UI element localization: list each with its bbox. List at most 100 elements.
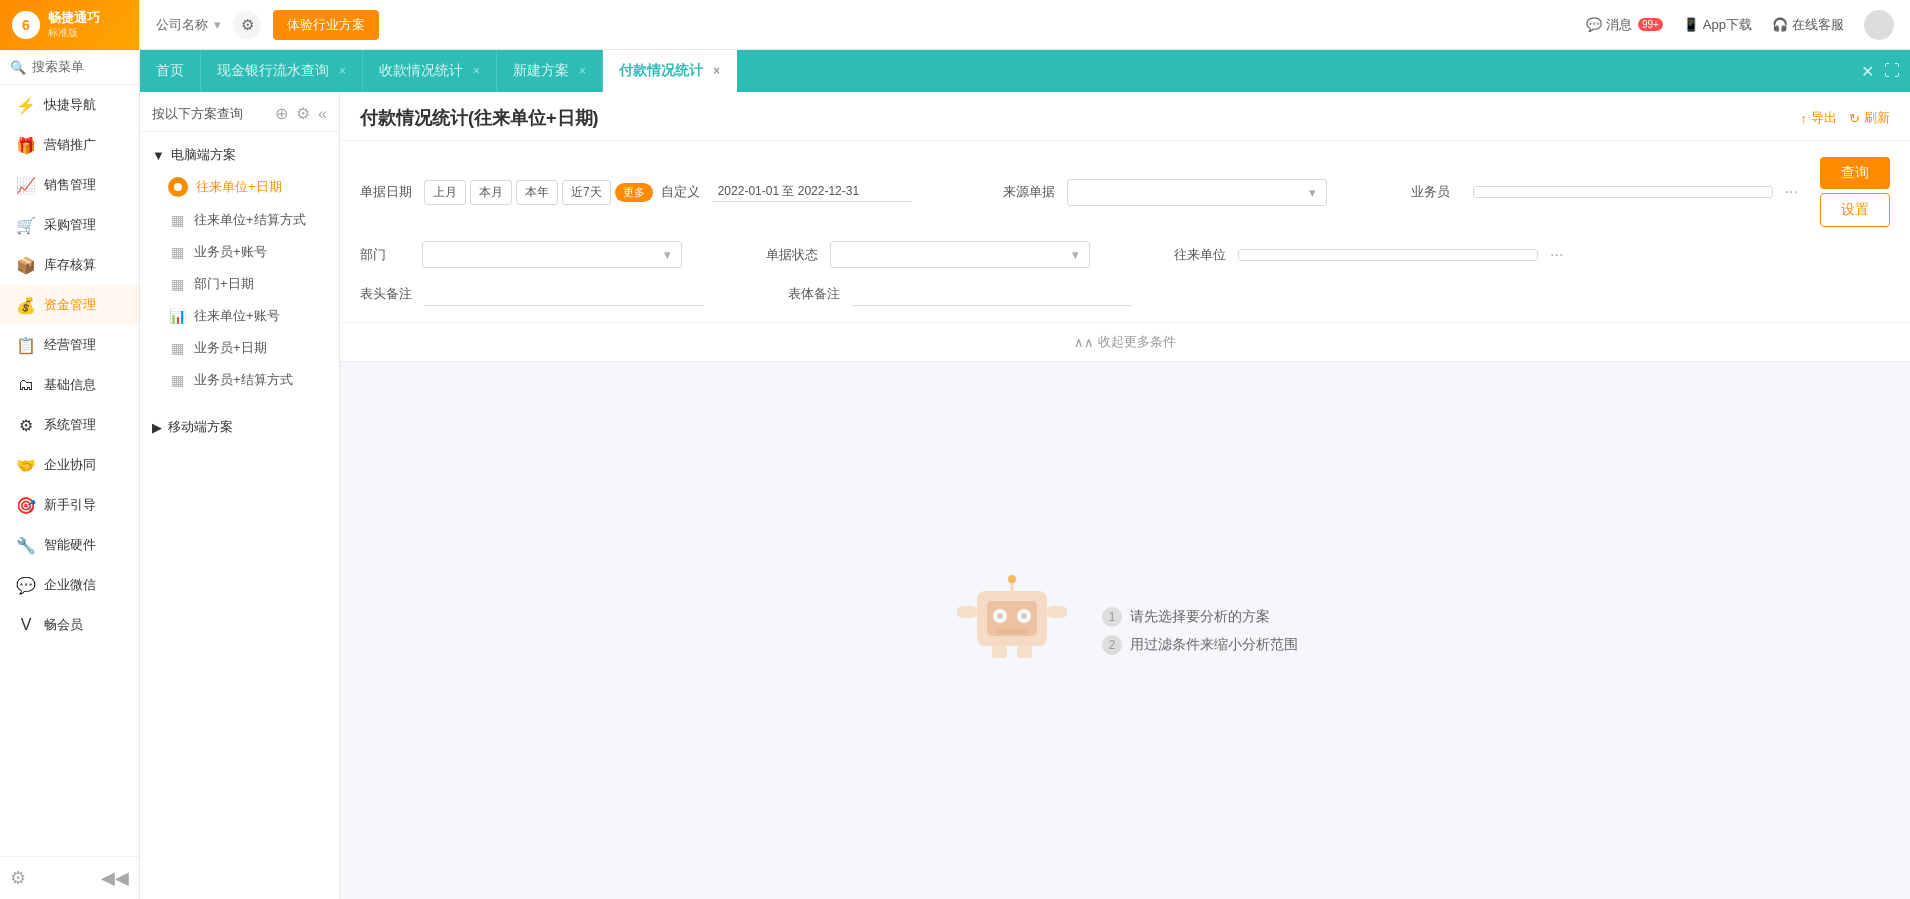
this-month-btn[interactable]: 本月 (470, 180, 512, 205)
purchase-icon: 🛒 (16, 215, 36, 235)
scheme-group-desktop: ▼ 电脑端方案 往来单位+日期 ▦ 往来单位+结算方式 ▦ 业务员+账号 (140, 132, 339, 404)
source-select[interactable]: ▾ (1067, 179, 1327, 206)
svg-point-5 (997, 613, 1003, 619)
hardware-icon: 🔧 (16, 535, 36, 555)
query-button[interactable]: 查询 (1820, 157, 1890, 189)
custom-label: 自定义 (661, 183, 700, 201)
tab-payment-stat-close[interactable]: × (713, 64, 720, 78)
refresh-btn[interactable]: ↻ 刷新 (1849, 109, 1890, 127)
sidebar: 6 畅捷通巧 标准版 🔍 搜索菜单 ⚡ 快捷导航 🎁 营销推广 📈 销售管理 🛒… (0, 0, 140, 899)
nav-label: 经营管理 (44, 336, 96, 354)
sidebar-item-quick-nav[interactable]: ⚡ 快捷导航 (0, 85, 139, 125)
scheme-item-partner-account[interactable]: 📊 往来单位+账号 (140, 300, 339, 332)
sidebar-item-marketing[interactable]: 🎁 营销推广 (0, 125, 139, 165)
partner-select[interactable] (1238, 249, 1538, 261)
top-header: 公司名称 ▾ ⚙ 体验行业方案 💬 消息 99+ 📱 App下载 🎧 在线客服 (140, 0, 1910, 50)
sidebar-item-finance[interactable]: 💰 资金管理 (0, 285, 139, 325)
tab-new-scheme-close[interactable]: × (579, 64, 586, 78)
nav-label: 企业微信 (44, 576, 96, 594)
this-year-btn[interactable]: 本年 (516, 180, 558, 205)
sidebar-item-basic[interactable]: 🗂 基础信息 (0, 365, 139, 405)
tab-receipt-stat[interactable]: 收款情况统计 × (363, 50, 497, 92)
salesman-select[interactable] (1473, 186, 1773, 198)
sidebar-item-guide[interactable]: 🎯 新手引导 (0, 485, 139, 525)
scheme-item-salesman-settle[interactable]: ▦ 业务员+结算方式 (140, 364, 339, 396)
header-note-input[interactable] (424, 282, 704, 306)
tab-bank-flow-close[interactable]: × (339, 64, 346, 78)
tab-receipt-stat-close[interactable]: × (473, 64, 480, 78)
top-filters: 付款情况统计(往来单位+日期) ↑ 导出 ↻ 刷新 (340, 92, 1910, 362)
sidebar-item-purchase[interactable]: 🛒 采购管理 (0, 205, 139, 245)
scheme-item-label: 业务员+结算方式 (194, 371, 293, 389)
sidebar-item-system[interactable]: ⚙ 系统管理 (0, 405, 139, 445)
more-btn[interactable]: 更多 (615, 183, 653, 202)
sidebar-logo: 6 畅捷通巧 标准版 (0, 0, 139, 50)
header-settings-btn[interactable]: ⚙ (233, 11, 261, 39)
sidebar-search[interactable]: 🔍 搜索菜单 (0, 50, 139, 85)
nav-label: 系统管理 (44, 416, 96, 434)
tab-payment-stat[interactable]: 付款情况统计 × (603, 50, 737, 92)
tab-bank-flow[interactable]: 现金银行流水查询 × (201, 50, 363, 92)
settings-gear-icon[interactable]: ⚙ (10, 867, 26, 889)
filter-row-1: 单据日期 上月 本月 本年 近7天 更多 自定义 来源单据 (360, 157, 1890, 227)
tab-home[interactable]: 首页 (140, 50, 201, 92)
message-btn[interactable]: 💬 消息 99+ (1586, 16, 1663, 34)
status-label: 单据状态 (766, 246, 818, 264)
scheme-item-dept-date[interactable]: ▦ 部门+日期 (140, 268, 339, 300)
group-label: 移动端方案 (168, 418, 233, 436)
system-icon: ⚙ (16, 415, 36, 435)
dept-select[interactable]: ▾ (422, 241, 682, 268)
sidebar-item-vip[interactable]: V 畅会员 (0, 605, 139, 645)
scheme-panel: 按以下方案查询 ⊕ ⚙ « ▼ 电脑端方案 往来单位+日期 (140, 92, 340, 899)
sidebar-item-hardware[interactable]: 🔧 智能硬件 (0, 525, 139, 565)
logo-icon: 6 (12, 11, 40, 39)
last-month-btn[interactable]: 上月 (424, 180, 466, 205)
tab-expand-btn[interactable]: ⛶ (1884, 62, 1900, 80)
body-note-input[interactable] (852, 282, 1132, 306)
trial-button[interactable]: 体验行业方案 (273, 10, 379, 40)
scheme-group-mobile-title[interactable]: ▶ 移动端方案 (140, 412, 339, 442)
tab-home-label: 首页 (156, 62, 184, 80)
chevron-down-icon: ▾ (664, 247, 671, 262)
scheme-item-label: 部门+日期 (194, 275, 254, 293)
export-btn[interactable]: ↑ 导出 (1801, 109, 1838, 127)
scheme-item-salesman-date[interactable]: ▦ 业务员+日期 (140, 332, 339, 364)
chevron-down-icon: ▾ (1072, 247, 1079, 262)
operations-icon: 📋 (16, 335, 36, 355)
user-avatar[interactable] (1864, 10, 1894, 40)
sidebar-item-inventory[interactable]: 📦 库存核算 (0, 245, 139, 285)
last-7-btn[interactable]: 近7天 (562, 180, 611, 205)
scheme-item-partner-date[interactable]: 往来单位+日期 (140, 170, 339, 204)
scheme-item-partner-settle[interactable]: ▦ 往来单位+结算方式 (140, 204, 339, 236)
nav-label: 库存核算 (44, 256, 96, 274)
scheme-group-desktop-title[interactable]: ▼ 电脑端方案 (140, 140, 339, 170)
collapse-bar[interactable]: ∧∧ 收起更多条件 (340, 322, 1910, 361)
setting-button[interactable]: 设置 (1820, 193, 1890, 227)
add-scheme-btn[interactable]: ⊕ (275, 104, 288, 123)
refresh-label: 刷新 (1864, 109, 1890, 127)
sidebar-item-sales[interactable]: 📈 销售管理 (0, 165, 139, 205)
table-icon: ▦ (168, 276, 186, 292)
page-title-bar: 付款情况统计(往来单位+日期) ↑ 导出 ↻ 刷新 (340, 92, 1910, 141)
service-icon: 🎧 (1772, 17, 1788, 32)
tab-new-scheme[interactable]: 新建方案 × (497, 50, 603, 92)
sidebar-item-weixin[interactable]: 💬 企业微信 (0, 565, 139, 605)
dept-label: 部门 (360, 246, 410, 264)
salesman-dots[interactable]: ··· (1785, 183, 1798, 201)
collapse-sidebar-icon[interactable]: ◀◀ (101, 867, 129, 889)
app-download-btn[interactable]: 📱 App下载 (1683, 16, 1752, 34)
status-select[interactable]: ▾ (830, 241, 1090, 268)
empty-tip-1: 1 请先选择要分析的方案 (1102, 607, 1298, 627)
online-service-btn[interactable]: 🎧 在线客服 (1772, 16, 1844, 34)
scheme-settings-btn[interactable]: ⚙ (296, 104, 310, 123)
company-selector[interactable]: 公司名称 ▾ (156, 16, 221, 34)
sidebar-item-enterprise[interactable]: 🤝 企业协同 (0, 445, 139, 485)
scheme-item-label: 往来单位+结算方式 (194, 211, 306, 229)
content-area: 按以下方案查询 ⊕ ⚙ « ▼ 电脑端方案 往来单位+日期 (140, 92, 1910, 899)
sidebar-item-operations[interactable]: 📋 经营管理 (0, 325, 139, 365)
scheme-item-salesman-account[interactable]: ▦ 业务员+账号 (140, 236, 339, 268)
date-range-input[interactable] (712, 183, 912, 202)
tab-close-all-btn[interactable]: ✕ (1861, 62, 1874, 81)
scheme-collapse-btn[interactable]: « (318, 105, 327, 123)
partner-dots[interactable]: ··· (1550, 246, 1563, 264)
